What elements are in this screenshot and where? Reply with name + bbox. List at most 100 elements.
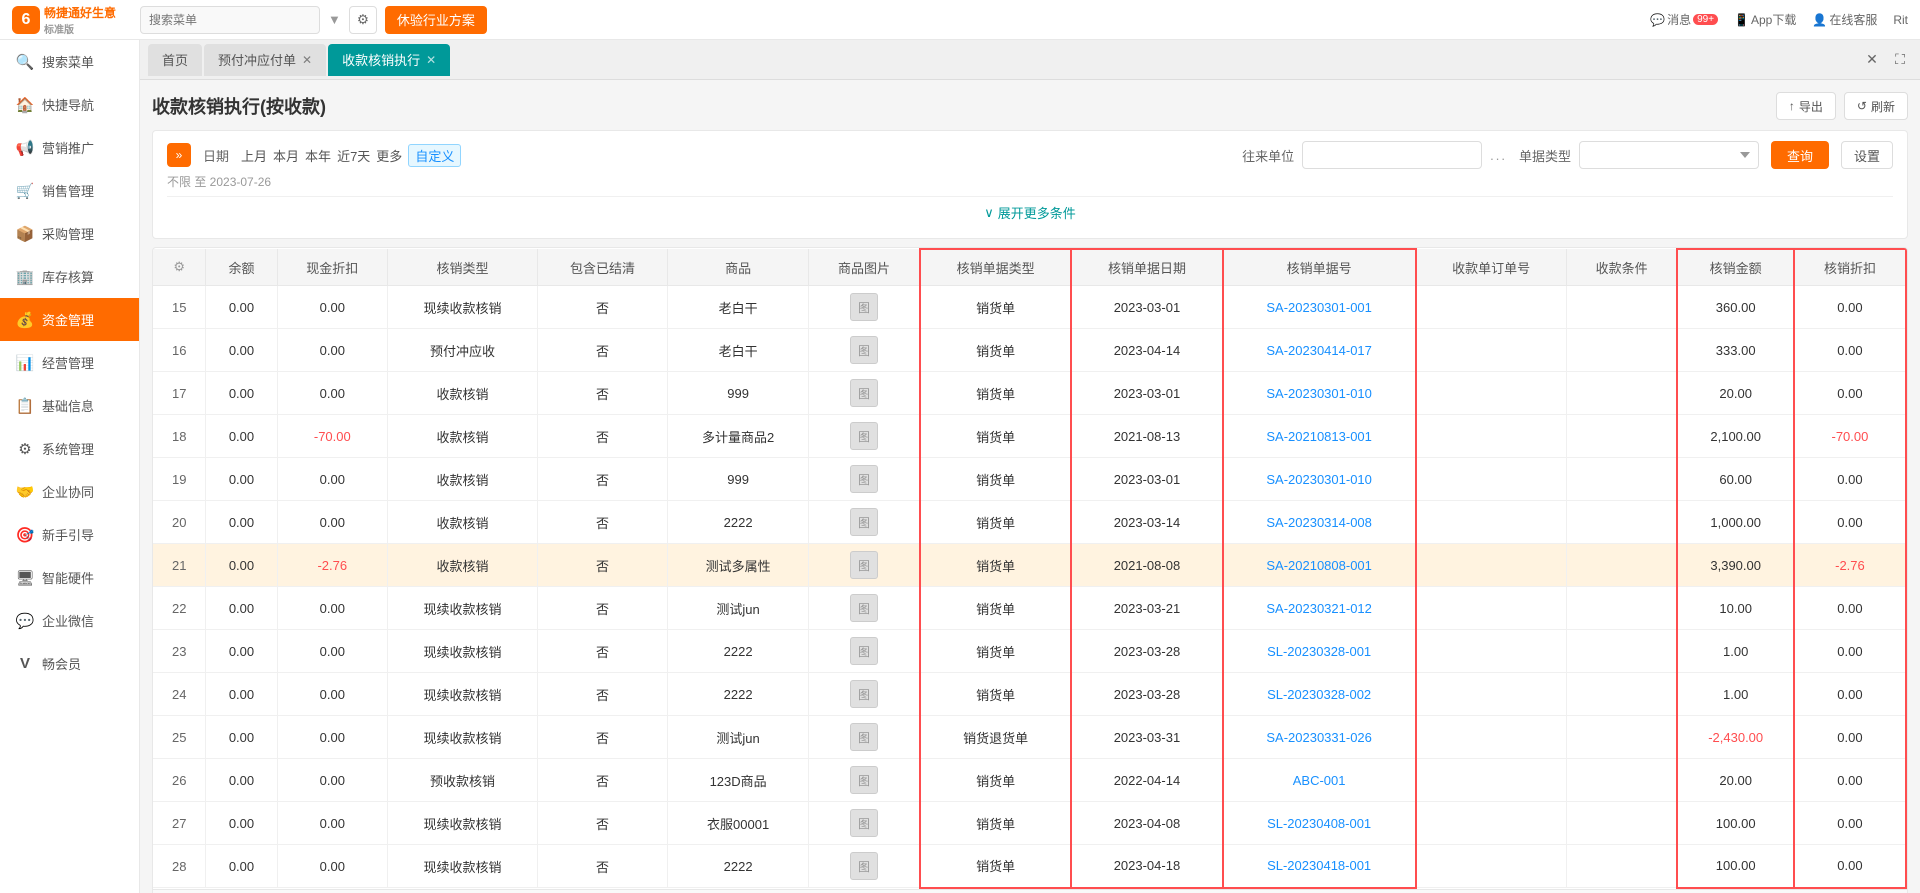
cell-cancel-date: 2022-04-14 [1071, 759, 1222, 802]
cell-cancel-amount: 1.00 [1677, 673, 1793, 716]
tab-home[interactable]: 首页 [148, 44, 202, 76]
cell-include-settled: 否 [537, 716, 667, 759]
company-input[interactable] [1302, 141, 1482, 169]
sidebar-item-hardware[interactable]: 🖥 智能硬件 [0, 556, 139, 599]
sidebar-item-purchase[interactable]: 📦 采购管理 [0, 212, 139, 255]
cell-cancel-amount: 10.00 [1677, 587, 1793, 630]
date-custom[interactable]: 自定义 [408, 144, 461, 167]
app-download-button[interactable]: 📱 App下载 [1734, 11, 1796, 28]
cell-id: 27 [153, 802, 206, 845]
cancel-order-link[interactable]: SA-20230331-026 [1266, 730, 1372, 745]
refresh-button[interactable]: ↺ 刷新 [1844, 92, 1908, 120]
sidebar-item-operation[interactable]: 📊 经营管理 [0, 341, 139, 384]
sidebar-item-wechat[interactable]: 💬 企业微信 [0, 599, 139, 642]
cancel-order-link[interactable]: ABC-001 [1293, 773, 1346, 788]
expand-button[interactable]: » [167, 143, 191, 167]
sidebar-item-system[interactable]: ⚙ 系统管理 [0, 427, 139, 470]
cell-include-settled: 否 [537, 630, 667, 673]
settings-gear-button[interactable]: ⚙ [349, 6, 377, 34]
cell-id: 22 [153, 587, 206, 630]
col-cancel-date-header: 核销单据日期 [1071, 249, 1222, 286]
cell-goods-image: 图 [809, 415, 920, 458]
cell-receipt-order-no [1416, 716, 1567, 759]
cell-cancel-date: 2021-08-13 [1071, 415, 1222, 458]
cell-balance: 0.00 [206, 286, 277, 329]
tab-bar-actions: ✕ ⛶ [1860, 48, 1912, 72]
cancel-order-link[interactable]: SA-20230414-017 [1266, 343, 1372, 358]
cell-cancel-discount: 0.00 [1794, 587, 1906, 630]
table-row: 25 0.00 0.00 现续收款核销 否 测试jun 图 销货退货单 2023… [153, 716, 1906, 759]
order-type-select[interactable] [1579, 141, 1759, 169]
date-last-7-days[interactable]: 近7天 [337, 146, 370, 165]
corp-icon: 🤝 [16, 483, 34, 501]
date-this-month[interactable]: 本月 [273, 146, 299, 165]
cancel-order-link[interactable]: SA-20210813-001 [1266, 429, 1372, 444]
tab-close-button[interactable]: ✕ [1860, 48, 1884, 72]
expand-conditions-button[interactable]: ∨ 展开更多条件 [167, 196, 1893, 222]
cell-id: 18 [153, 415, 206, 458]
sidebar-item-member[interactable]: V 畅会员 [0, 642, 139, 685]
page-content: 收款核销执行(按收款) ↑ 导出 ↺ 刷新 » 日期 [140, 80, 1920, 893]
cell-cash-discount: 0.00 [277, 501, 388, 544]
cell-cancel-order-type: 销货单 [920, 544, 1071, 587]
date-last-month[interactable]: 上月 [241, 146, 267, 165]
online-service-button[interactable]: 👤 在线客服 [1812, 11, 1877, 28]
chevron-down-icon[interactable]: ▼ [328, 12, 341, 27]
company-dots[interactable]: ... [1490, 148, 1507, 163]
cell-cancel-type: 预收款核销 [388, 759, 538, 802]
sidebar-item-guide[interactable]: 🎯 新手引导 [0, 513, 139, 556]
sidebar-item-basic-info[interactable]: 📋 基础信息 [0, 384, 139, 427]
cell-receipt-order-no [1416, 587, 1567, 630]
cell-receipt-order-no [1416, 673, 1567, 716]
sidebar-item-search[interactable]: 🔍 搜索菜单 [0, 40, 139, 83]
filter-row-main: » 日期 上月 本月 本年 近7天 更多 自定义 往来单位 ... [167, 141, 1893, 169]
home-icon: 🏠 [16, 96, 34, 114]
cell-cancel-order-no: SL-20230328-002 [1223, 673, 1416, 716]
tab-maximize-button[interactable]: ⛶ [1888, 48, 1912, 72]
cancel-order-link[interactable]: SA-20230301-010 [1266, 472, 1372, 487]
cell-cancel-amount: 2,100.00 [1677, 415, 1793, 458]
sidebar-item-marketing[interactable]: 📢 营销推广 [0, 126, 139, 169]
search-input[interactable] [140, 6, 320, 34]
cell-goods-image: 图 [809, 716, 920, 759]
date-this-year[interactable]: 本年 [305, 146, 331, 165]
sidebar-item-corp[interactable]: 🤝 企业协同 [0, 470, 139, 513]
cell-cancel-order-type: 销货单 [920, 501, 1071, 544]
cell-cancel-date: 2023-03-01 [1071, 286, 1222, 329]
tab-payment[interactable]: 收款核销执行 ✕ [328, 44, 450, 76]
sidebar-item-finance[interactable]: 💰 资金管理 [0, 298, 139, 341]
message-button[interactable]: 💬 消息 99+ [1650, 11, 1718, 28]
logo-icon: 6 [12, 6, 40, 34]
date-filter-label: 日期 [203, 146, 229, 165]
tab-prepay[interactable]: 预付冲应付单 ✕ [204, 44, 326, 76]
sidebar-item-quick-nav[interactable]: 🏠 快捷导航 [0, 83, 139, 126]
tab-prepay-close[interactable]: ✕ [302, 53, 312, 67]
cancel-order-link[interactable]: SA-20230301-010 [1266, 386, 1372, 401]
cancel-order-link[interactable]: SA-20230321-012 [1266, 601, 1372, 616]
cancel-order-link[interactable]: SL-20230328-001 [1267, 644, 1371, 659]
page-title: 收款核销执行(按收款) [152, 93, 326, 119]
industry-solution-button[interactable]: 休验行业方案 [385, 6, 487, 34]
cancel-order-link[interactable]: SL-20230408-001 [1267, 816, 1371, 831]
filter-settings-button[interactable]: 设置 [1841, 141, 1893, 169]
cell-cash-discount: 0.00 [277, 372, 388, 415]
sidebar-item-sales[interactable]: 🛒 销售管理 [0, 169, 139, 212]
cancel-order-link[interactable]: SL-20230418-001 [1267, 858, 1371, 873]
query-button[interactable]: 查询 [1771, 141, 1829, 169]
export-button[interactable]: ↑ 导出 [1776, 92, 1836, 120]
cell-receipt-order-no [1416, 286, 1567, 329]
date-more[interactable]: 更多 [376, 146, 402, 165]
tab-payment-close[interactable]: ✕ [426, 53, 436, 67]
sidebar-item-inventory[interactable]: 🏢 库存核算 [0, 255, 139, 298]
sidebar-label-system: 系统管理 [42, 439, 94, 458]
cancel-order-link[interactable]: SL-20230328-002 [1267, 687, 1371, 702]
cell-cancel-amount: 1.00 [1677, 630, 1793, 673]
cell-cancel-discount: 0.00 [1794, 286, 1906, 329]
user-info[interactable]: Rit [1893, 13, 1908, 27]
col-settings-header[interactable]: ⚙ [153, 249, 206, 286]
cancel-order-link[interactable]: SA-20230301-001 [1266, 300, 1372, 315]
cell-balance: 0.00 [206, 501, 277, 544]
cell-cancel-discount: 0.00 [1794, 630, 1906, 673]
cancel-order-link[interactable]: SA-20210808-001 [1266, 558, 1372, 573]
cancel-order-link[interactable]: SA-20230314-008 [1266, 515, 1372, 530]
